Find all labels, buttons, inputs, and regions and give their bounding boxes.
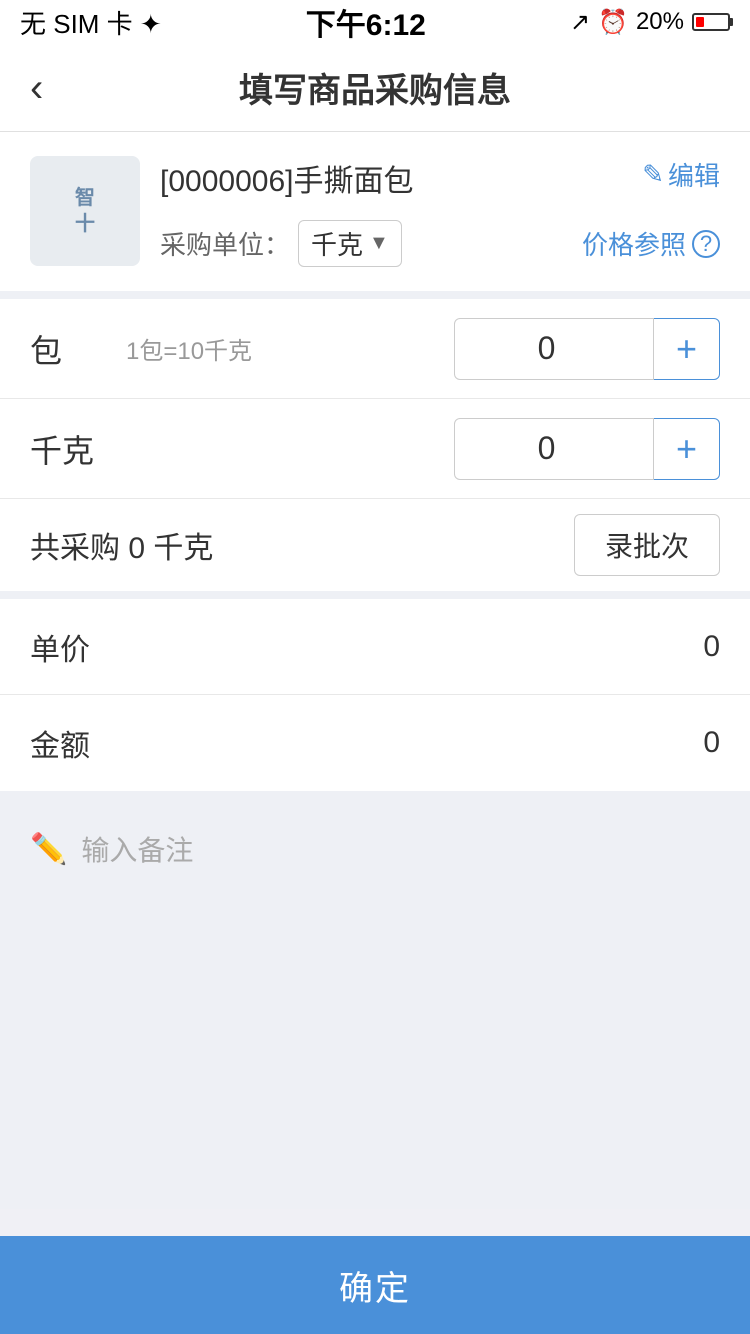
product-card: 智 十 [0000006]手撕面包 ✎ 编辑 采购单位： 千克 ▼ 价格参照 ? — [0, 132, 750, 299]
amount-label: 金额 — [30, 721, 90, 765]
location-icon: ↗ — [570, 8, 590, 37]
sim-label: 无 SIM 卡 ✦ — [20, 4, 162, 41]
bottom-spacer — [0, 899, 750, 1209]
confirm-button[interactable]: 确定 — [0, 1236, 750, 1334]
qty-label-bag: 包 — [30, 326, 120, 372]
qty-input-wrap-bag: + — [454, 318, 720, 380]
confirm-btn-wrap: 确定 — [0, 1236, 750, 1334]
qty-input-bag[interactable] — [454, 318, 654, 380]
question-icon: ? — [692, 230, 720, 258]
battery-icon — [692, 13, 730, 31]
qty-plus-kg[interactable]: + — [654, 418, 720, 480]
qty-input-wrap-kg: + — [454, 418, 720, 480]
unit-price-row: 单价 0 — [0, 599, 750, 695]
unit-select[interactable]: 千克 ▼ — [298, 220, 402, 267]
status-bar: 无 SIM 卡 ✦ 下午6:12 ↗ ⏰ 20% — [0, 0, 750, 44]
notes-section[interactable]: ✏️ 输入备注 — [0, 799, 750, 899]
product-name-row: [0000006]手撕面包 ✎ 编辑 — [160, 156, 720, 200]
price-reference-button[interactable]: 价格参照 ? — [582, 225, 720, 262]
batch-button[interactable]: 录批次 — [574, 514, 720, 576]
quantity-section: 包 1包=10千克 + 千克 + — [0, 299, 750, 499]
unit-price-value: 0 — [703, 630, 720, 664]
price-section: 单价 0 金额 0 — [0, 599, 750, 799]
status-right: ↗ ⏰ 20% — [570, 8, 730, 37]
pencil-icon: ✏️ — [30, 832, 67, 867]
amount-row: 金额 0 — [0, 695, 750, 791]
unit-row: 采购单位： 千克 ▼ 价格参照 ? — [160, 220, 720, 267]
unit-prefix-label: 采购单位： — [160, 225, 290, 262]
dropdown-arrow-icon: ▼ — [369, 232, 389, 255]
nav-bar: ‹ 填写商品采购信息 — [0, 44, 750, 132]
qty-row-kg: 千克 + — [0, 399, 750, 499]
back-button[interactable]: ‹ — [30, 68, 43, 108]
qty-input-kg[interactable] — [454, 418, 654, 480]
status-left: 无 SIM 卡 ✦ — [20, 4, 162, 41]
qty-plus-bag[interactable]: + — [654, 318, 720, 380]
product-name: [0000006]手撕面包 — [160, 156, 413, 200]
status-time: 下午6:12 — [306, 0, 426, 44]
qty-row-bag: 包 1包=10千克 + — [0, 299, 750, 399]
unit-value: 千克 — [311, 225, 363, 262]
notes-placeholder: 输入备注 — [81, 829, 193, 869]
edit-button[interactable]: ✎ 编辑 — [642, 156, 720, 193]
price-ref-label: 价格参照 — [582, 225, 686, 262]
product-info: [0000006]手撕面包 ✎ 编辑 采购单位： 千克 ▼ 价格参照 ? — [160, 156, 720, 267]
edit-icon: ✎ — [642, 159, 664, 190]
summary-text: 共采购 0 千克 — [30, 523, 213, 567]
summary-row: 共采购 0 千克 录批次 — [0, 499, 750, 599]
page-title: 填写商品采购信息 — [239, 63, 511, 112]
unit-price-label: 单价 — [30, 625, 90, 669]
qty-label-kg: 千克 — [30, 426, 120, 472]
product-logo: 智 十 — [75, 185, 95, 237]
amount-value: 0 — [703, 726, 720, 760]
qty-sub-label-bag: 1包=10千克 — [126, 331, 454, 366]
product-image: 智 十 — [30, 156, 140, 266]
battery-percent: 20% — [636, 8, 684, 36]
alarm-icon: ⏰ — [598, 8, 628, 37]
